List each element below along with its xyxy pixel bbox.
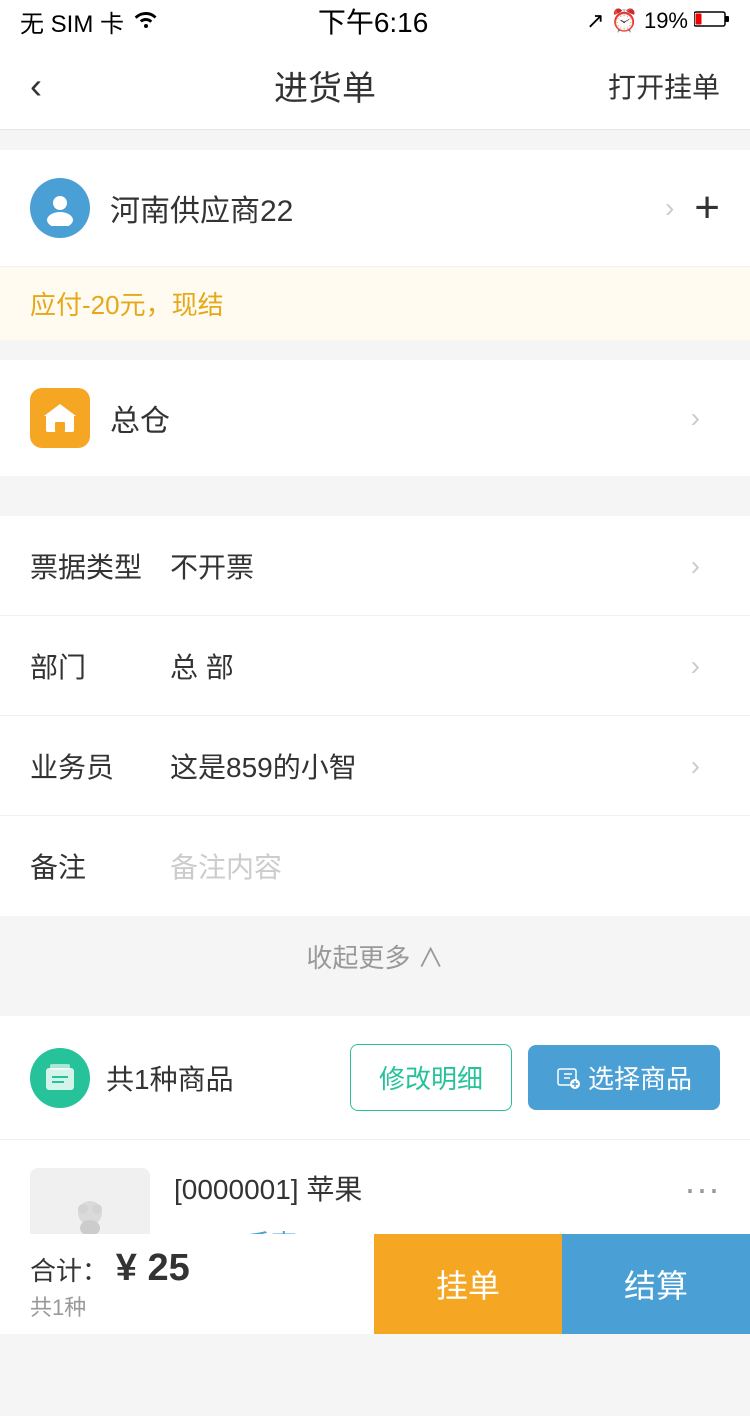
battery-icon	[694, 8, 730, 34]
salesperson-value: 这是859的小智	[160, 746, 691, 786]
products-icon	[30, 1048, 90, 1108]
total-section: 合计： ¥ 25 共1种	[0, 1247, 374, 1322]
total-sub: 共1种	[30, 1290, 344, 1322]
status-bar: 无 SIM 卡 下午6:16 ↗ ⏰ 19%	[0, 0, 750, 42]
total-amount: ¥ 25	[116, 1247, 190, 1289]
battery-level: 19%	[644, 8, 688, 34]
salesperson-chevron: ›	[691, 750, 700, 782]
form-section: 票据类型 不开票 › 部门 总 部 › 业务员 这是859的小智 › 备注 备注…	[0, 516, 750, 916]
section-divider-4	[0, 996, 750, 1016]
supplier-row[interactable]: 河南供应商22 › +	[0, 150, 750, 267]
supplier-card: 河南供应商22 › + 应付-20元，现结	[0, 150, 750, 340]
total-row: 合计： ¥ 25	[30, 1247, 344, 1290]
alarm-icon: ⏰	[611, 8, 638, 34]
products-count: 共1种商品	[106, 1058, 334, 1098]
department-chevron: ›	[691, 650, 700, 682]
warehouse-chevron-icon: ›	[691, 402, 700, 434]
status-left: 无 SIM 卡	[20, 4, 160, 39]
invoice-type-row[interactable]: 票据类型 不开票 ›	[0, 516, 750, 616]
product-code: [0000001]	[174, 1174, 306, 1205]
section-divider-2	[0, 340, 750, 360]
add-supplier-button[interactable]: +	[694, 186, 720, 230]
warehouse-name: 总仓	[110, 396, 691, 440]
page-title: 进货单	[274, 61, 376, 110]
collapse-label: 收起更多 ∧	[306, 938, 443, 975]
department-label: 部门	[30, 646, 160, 686]
invoice-type-value: 不开票	[160, 546, 691, 586]
status-right: ↗ ⏰ 19%	[586, 8, 730, 34]
back-button[interactable]: ‹	[30, 65, 42, 107]
settle-label: 结算	[624, 1261, 688, 1307]
remark-value[interactable]: 备注内容	[160, 846, 720, 886]
edit-detail-button[interactable]: 修改明细	[350, 1044, 512, 1111]
total-label: 合计：	[30, 1256, 108, 1286]
salesperson-label: 业务员	[30, 746, 160, 786]
nav-bar: ‹ 进货单 打开挂单	[0, 42, 750, 130]
collapse-row[interactable]: 收起更多 ∧	[0, 916, 750, 996]
select-product-button[interactable]: 选择商品	[528, 1045, 720, 1110]
products-header: 共1种商品 修改明细 选择商品	[0, 1016, 750, 1140]
remark-row[interactable]: 备注 备注内容	[0, 816, 750, 916]
status-time: 下午6:16	[318, 1, 429, 41]
location-icon: ↗	[586, 8, 604, 34]
department-value: 总 部	[160, 646, 691, 686]
remark-label: 备注	[30, 846, 160, 886]
invoice-type-chevron: ›	[691, 550, 700, 582]
supplier-avatar	[30, 178, 90, 238]
sim-status: 无 SIM 卡	[20, 4, 124, 39]
department-row[interactable]: 部门 总 部 ›	[0, 616, 750, 716]
wifi-icon	[132, 7, 160, 35]
section-divider-1	[0, 130, 750, 150]
section-divider-3	[0, 476, 750, 496]
product-more-button[interactable]: ···	[668, 1168, 720, 1210]
supplier-alert: 应付-20元，现结	[0, 267, 750, 340]
warehouse-icon	[30, 388, 90, 448]
invoice-type-label: 票据类型	[30, 546, 160, 586]
hang-button[interactable]: 挂单	[374, 1234, 562, 1334]
product-name: [0000001] 苹果	[174, 1168, 668, 1208]
salesperson-row[interactable]: 业务员 这是859的小智 ›	[0, 716, 750, 816]
select-product-label: 选择商品	[588, 1059, 692, 1096]
bottom-bar: 合计： ¥ 25 共1种 挂单 结算	[0, 1234, 750, 1334]
supplier-name: 河南供应商22	[110, 186, 665, 230]
hang-label: 挂单	[436, 1261, 500, 1307]
chevron-right-icon: ›	[665, 192, 674, 224]
product-title: 苹果	[306, 1174, 362, 1205]
warehouse-row[interactable]: 总仓 ›	[0, 360, 750, 476]
settle-button[interactable]: 结算	[562, 1234, 750, 1334]
open-hang-button[interactable]: 打开挂单	[608, 66, 720, 106]
